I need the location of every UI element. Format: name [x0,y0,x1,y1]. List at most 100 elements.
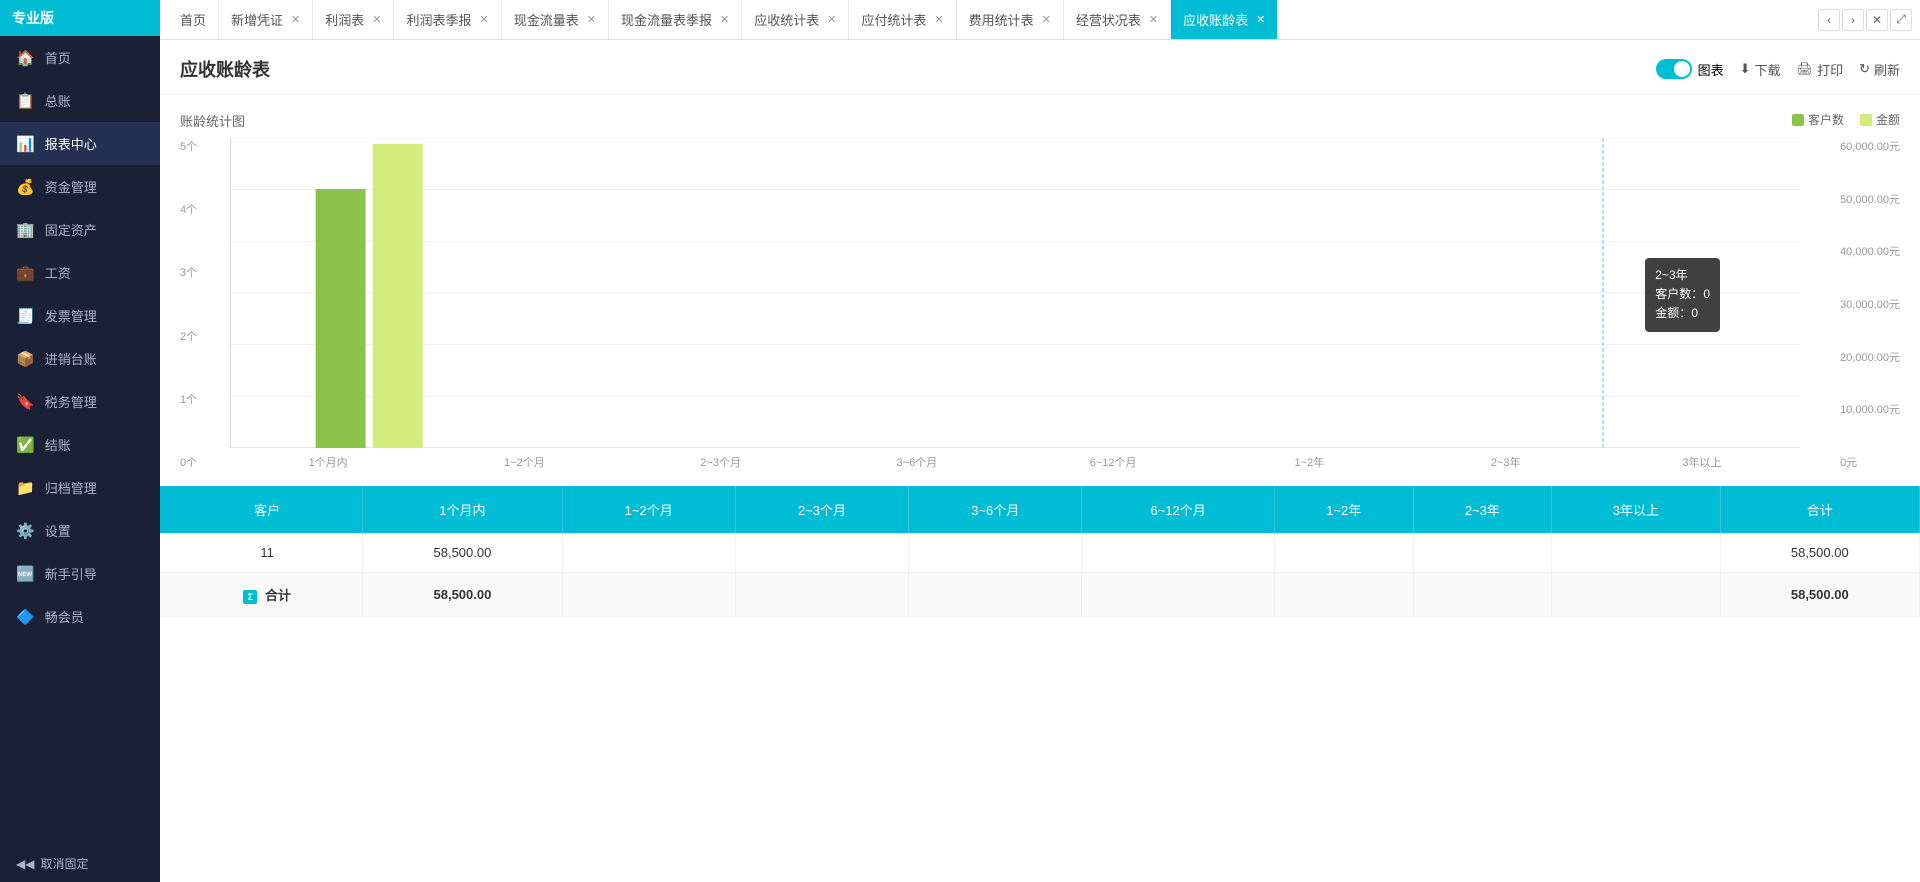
tab-ar-aging[interactable]: 应收账龄表 ✕ [1171,0,1278,40]
table-header-row: 客户 1个月内 1~2个月 2~3个月 3~6个月 6~12个月 1~2年 2~… [160,486,1920,533]
tab-receivable-stat-close[interactable]: ✕ [827,13,836,26]
cell-2to3 [735,533,908,573]
refresh-button[interactable]: ↻ 刷新 [1859,60,1900,79]
guide-icon: 🆕 [16,565,35,583]
tab-profit-close[interactable]: ✕ [372,13,381,26]
sidebar-item-tax[interactable]: 🔖 税务管理 [0,380,160,423]
tab-cashflow[interactable]: 现金流量表 ✕ [502,0,609,40]
tab-close-all-button[interactable]: ✕ [1866,9,1888,31]
x-label-over3y: 3年以上 [1604,454,1800,470]
total-row-label: 合计 [265,588,291,603]
x-axis: 1个月内 1~2个月 2~3个月 3~6个月 6~12个月 1~2年 2~3年 … [230,454,1800,470]
chart-toggle[interactable] [1656,59,1692,79]
tab-payable-stat[interactable]: 应付统计表 ✕ [849,0,956,40]
chart-title: 账龄统计图 [180,111,1900,130]
tab-receivable-stat-label: 应收统计表 [754,10,819,29]
sidebar-item-ledger[interactable]: 📋 总账 [0,79,160,122]
sidebar-item-guide[interactable]: 🆕 新手引导 [0,552,160,595]
tab-profit-quarter[interactable]: 利润表季报 ✕ [394,0,501,40]
sidebar-item-checkout-label: 结账 [45,435,71,454]
sidebar-item-checkout[interactable]: ✅ 结账 [0,423,160,466]
toggle-pin-button[interactable]: ◀◀ 取消固定 [0,845,160,882]
legend-amount: 金额 [1860,111,1900,128]
data-table: 客户 1个月内 1~2个月 2~3个月 3~6个月 6~12个月 1~2年 2~… [160,486,1920,617]
col-over3y: 3年以上 [1552,486,1720,533]
x-label-1to2y: 1~2年 [1211,454,1407,470]
page-title: 应收账龄表 [180,56,270,82]
inventory-icon: 📦 [16,350,35,368]
chart-toggle-label: 图表 [1698,60,1724,79]
total-2to3 [735,573,908,617]
sidebar-item-report[interactable]: 📊 报表中心 [0,122,160,165]
sidebar-item-capital[interactable]: 💰 资金管理 [0,165,160,208]
tab-cashflow-close[interactable]: ✕ [587,13,596,26]
tab-profit-quarter-close[interactable]: ✕ [480,13,489,26]
settings-icon: ⚙️ [16,522,35,540]
tab-voucher-close[interactable]: ✕ [291,13,300,26]
x-label-2to3y: 2~3年 [1408,454,1604,470]
tab-business-stat-close[interactable]: ✕ [1149,13,1158,26]
tab-home-label: 首页 [180,10,206,29]
cell-customer: 11 [160,533,363,573]
table-row: 11 58,500.00 58,500.00 [160,533,1920,573]
sidebar-item-invoice[interactable]: 🧾 发票管理 [0,294,160,337]
legend-customer: 客户数 [1792,111,1844,128]
y-axis-right: 0元 10,000.00元 20,000.00元 30,000.00元 40,0… [1840,138,1900,470]
sidebar-item-asset[interactable]: 🏢 固定资产 [0,208,160,251]
sidebar-item-salary-label: 工资 [45,263,71,282]
tab-receivable-stat[interactable]: 应收统计表 ✕ [742,0,849,40]
tab-business-stat[interactable]: 经营状况表 ✕ [1064,0,1171,40]
chart-legend: 客户数 金额 [1792,111,1900,128]
tab-voucher[interactable]: 新增凭证 ✕ [219,0,313,40]
cell-6to12 [1082,533,1275,573]
sidebar-item-settings[interactable]: ⚙️ 设置 [0,509,160,552]
chart-area: 账龄统计图 客户数 金额 [160,95,1920,486]
tab-expand-button[interactable]: ⤢ [1890,9,1912,31]
tab-cashflow-quarter-close[interactable]: ✕ [720,13,729,26]
download-label: 下载 [1755,60,1781,79]
sidebar-item-capital-label: 资金管理 [45,177,97,196]
tab-profit-quarter-label: 利润表季报 [406,10,471,29]
toggle-pin-label: 取消固定 [40,855,88,872]
tab-voucher-label: 新增凭证 [231,10,283,29]
col-2to3y: 2~3年 [1413,486,1552,533]
tab-prev-button[interactable]: ‹ [1818,9,1840,31]
y-left-2: 2个 [180,328,197,344]
page-header: 应收账龄表 图表 ⬇ 下载 🖨 打印 ↻ [160,40,1920,95]
sidebar-item-settings-label: 设置 [45,521,71,540]
sidebar-item-inventory[interactable]: 📦 进销台账 [0,337,160,380]
x-label-1to2: 1~2个月 [426,454,622,470]
sidebar-item-member[interactable]: 🔷 畅会员 [0,595,160,638]
refresh-label: 刷新 [1874,60,1900,79]
pin-icon: ◀◀ [16,857,34,871]
col-customer: 客户 [160,486,363,533]
sidebar-item-home-label: 首页 [45,48,71,67]
sidebar-item-home[interactable]: 🏠 首页 [0,36,160,79]
bar-1month-customers [316,189,366,448]
ledger-icon: 📋 [16,92,35,110]
y-right-20k: 20,000.00元 [1840,349,1900,365]
tab-cashflow-quarter[interactable]: 现金流量表季报 ✕ [609,0,742,40]
page-content: 应收账龄表 图表 ⬇ 下载 🖨 打印 ↻ [160,40,1920,882]
print-button[interactable]: 🖨 打印 [1797,60,1844,79]
tab-home[interactable]: 首页 [168,0,219,40]
tab-profit[interactable]: 利润表 ✕ [313,0,394,40]
tab-ar-aging-close[interactable]: ✕ [1256,13,1265,26]
capital-icon: 💰 [16,178,35,196]
sidebar-item-archive[interactable]: 📁 归档管理 [0,466,160,509]
sidebar-item-guide-label: 新手引导 [45,564,97,583]
y-left-4: 4个 [180,201,197,217]
sidebar-item-salary[interactable]: 💼 工资 [0,251,160,294]
download-button[interactable]: ⬇ 下载 [1740,60,1781,79]
tab-expense-stat[interactable]: 费用统计表 ✕ [957,0,1064,40]
tab-next-button[interactable]: › [1842,9,1864,31]
tab-payable-stat-close[interactable]: ✕ [934,13,943,26]
sidebar-item-tax-label: 税务管理 [45,392,97,411]
col-1to2y: 1~2年 [1274,486,1413,533]
tab-profit-label: 利润表 [325,10,364,29]
x-label-6to12: 6~12个月 [1015,454,1211,470]
header-actions: 图表 ⬇ 下载 🖨 打印 ↻ 刷新 [1656,59,1900,79]
y-right-10k: 10,000.00元 [1840,401,1900,417]
tab-expense-stat-close[interactable]: ✕ [1042,13,1051,26]
sidebar-item-archive-label: 归档管理 [45,478,97,497]
